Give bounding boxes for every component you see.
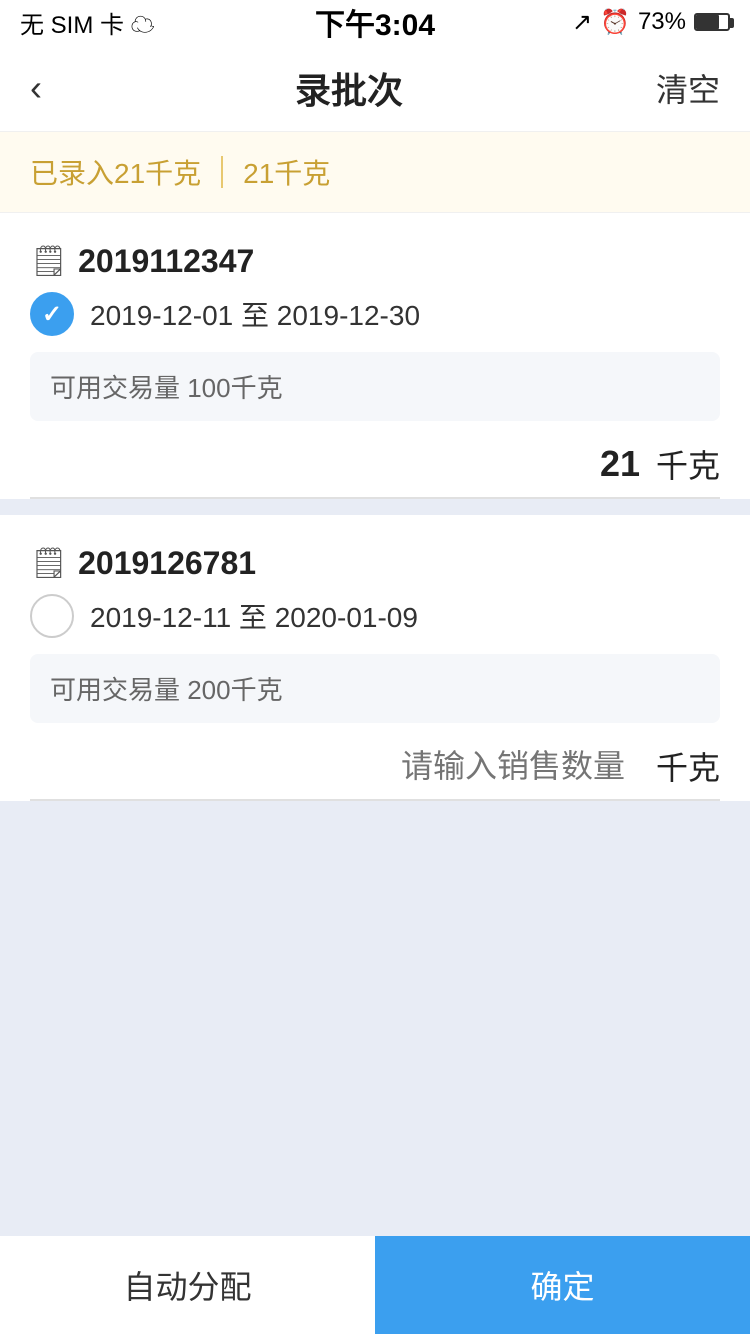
quantity-value-1: 21 [600,443,640,485]
status-right: ↗ ⏰ 73% [572,8,730,37]
input-row-2: 千克 [0,723,750,799]
confirm-button[interactable]: 确定 [375,1236,750,1334]
battery-label: 73% [638,8,686,36]
auto-distribute-button[interactable]: 自动分配 [0,1236,375,1334]
batch-item-2: 🗒 2019126781 2019-12-11 至 2020-01-09 可用交… [0,515,750,723]
section-divider [0,499,750,515]
info-banner: 已录入21千克 21千克 [0,132,750,213]
batch-date-2: 2019-12-11 至 2020-01-09 [90,596,418,636]
radio-button-1[interactable] [30,292,74,336]
batch-card-1: 🗒 2019112347 2019-12-01 至 2019-12-30 可用交… [0,213,750,499]
nav-bar: ‹ 录批次 清空 [0,44,750,132]
quantity-unit-1: 千克 [656,441,720,487]
batch-available-2: 可用交易量 200千克 [30,654,720,723]
batch-available-1: 可用交易量 100千克 [30,352,720,421]
batch-icon-2: 🗒 [30,546,68,581]
batch-id-2: 2019126781 [78,545,256,582]
batch-card-2: 🗒 2019126781 2019-12-11 至 2020-01-09 可用交… [0,515,750,801]
status-bar: 无 SIM 卡 ☁ 下午3:04 ↗ ⏰ 73% [0,0,750,44]
batch-date-1: 2019-12-01 至 2019-12-30 [90,294,420,334]
page-content: 已录入21千克 21千克 🗒 2019112347 2019-12-01 至 2… [0,132,750,1324]
quantity-row-1: 21 千克 [0,421,750,497]
batch-header-2: 🗒 2019126781 [30,545,720,582]
input-unit-2: 千克 [656,743,720,789]
clear-button[interactable]: 清空 [656,65,720,111]
batch-date-row-2: 2019-12-11 至 2020-01-09 [30,594,720,638]
location-icon: ↗ [572,8,592,37]
batch-date-row-1: 2019-12-01 至 2019-12-30 [30,292,720,336]
sim-label: 无 SIM 卡 ☁ [20,5,155,40]
batch-icon-1: 🗒 [30,244,68,279]
recorded-amount-value: 21千克 [243,152,330,192]
battery-icon [694,13,730,31]
back-button[interactable]: ‹ [30,67,42,109]
radio-button-2[interactable] [30,594,74,638]
status-time: 下午3:04 [315,0,435,44]
page-title: 录批次 [295,62,403,114]
batch-header-1: 🗒 2019112347 [30,243,720,280]
batch-id-1: 2019112347 [78,243,254,280]
alarm-icon: ⏰ [600,8,630,37]
batch-item-1: 🗒 2019112347 2019-12-01 至 2019-12-30 可用交… [0,213,750,421]
recorded-amount-label: 已录入21千克 [30,152,201,192]
status-left: 无 SIM 卡 ☁ [20,5,155,40]
bottom-buttons: 自动分配 确定 [0,1236,750,1334]
quantity-input-2[interactable] [30,748,640,785]
info-divider [221,156,223,188]
